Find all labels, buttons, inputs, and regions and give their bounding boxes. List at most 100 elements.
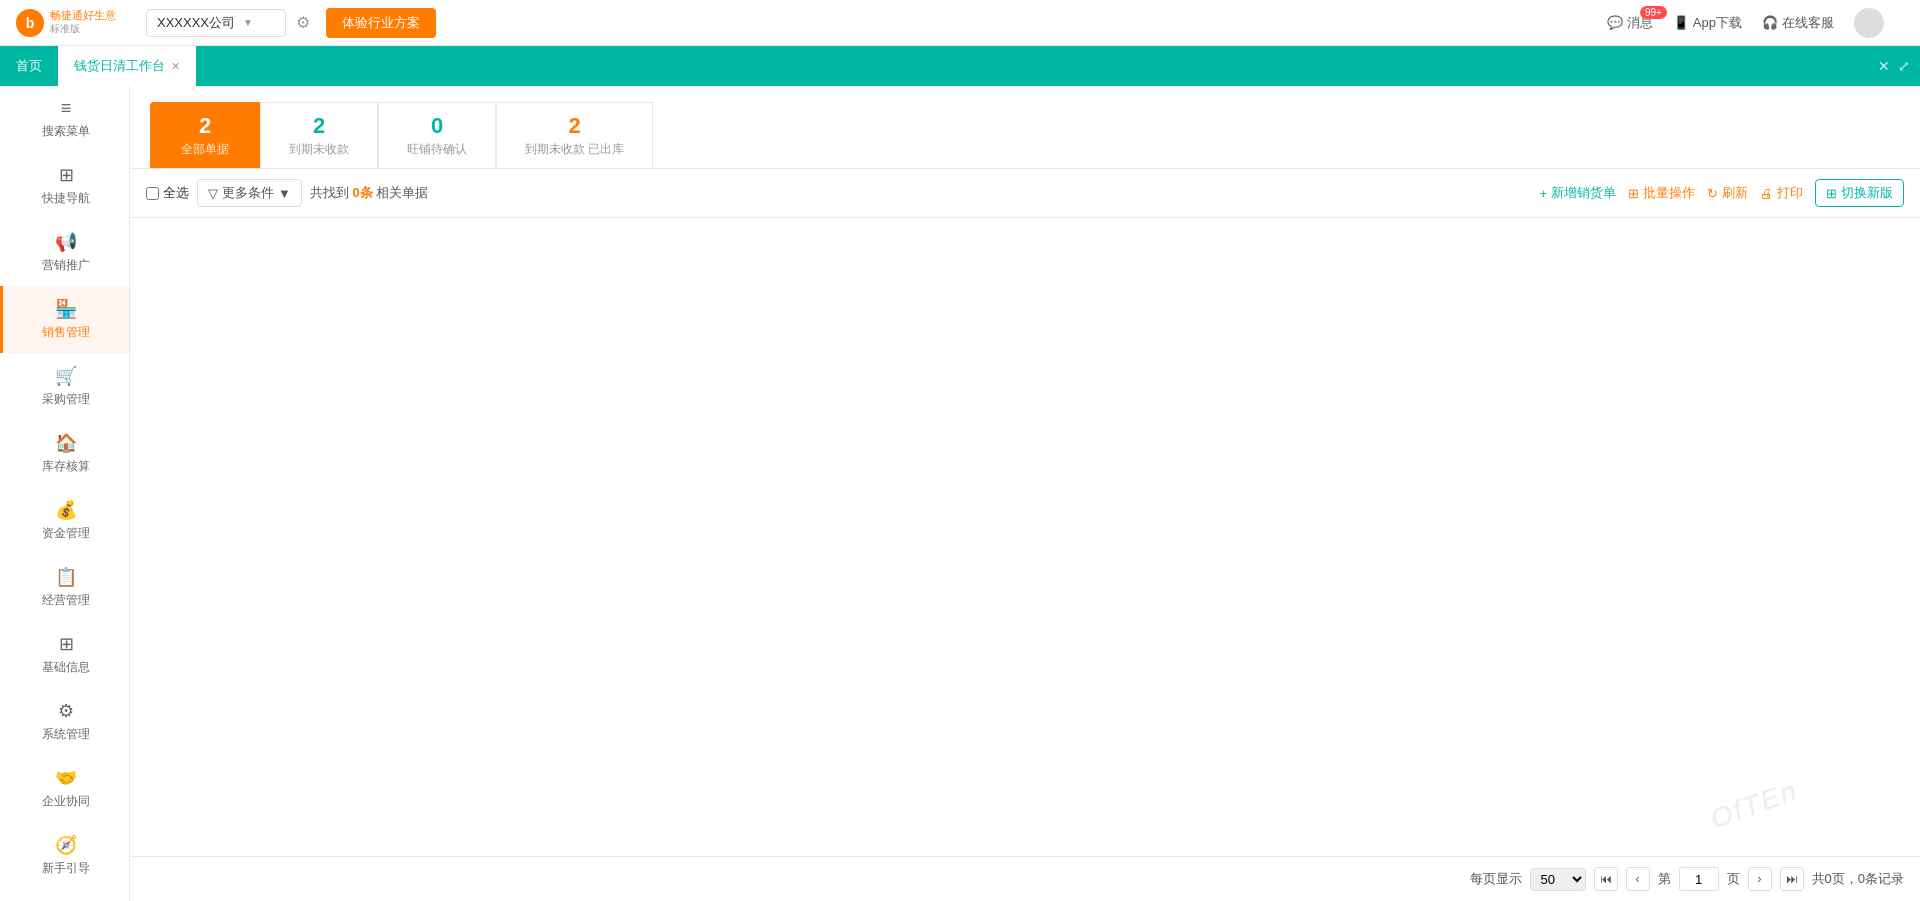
sidebar-item-marketing[interactable]: 📢 营销推广 (0, 219, 129, 286)
sidebar-item-search[interactable]: ≡ 搜索菜单 (0, 86, 129, 152)
message-badge: 99+ (1640, 6, 1667, 19)
service-icon: 🎧 (1762, 15, 1778, 30)
stat-tab-overdue[interactable]: 2 到期未收款 (260, 102, 378, 168)
main-layout: ≡ 搜索菜单 ⊞ 快捷导航 📢 营销推广 🏪 销售管理 🛒 采购管理 🏠 库存核… (0, 86, 1920, 901)
stat-overdue-number: 2 (289, 113, 349, 139)
print-button[interactable]: 🖨 打印 (1760, 184, 1803, 202)
sidebar-item-corp[interactable]: 🤝 企业协同 (0, 755, 129, 822)
found-prefix: 共找到 (310, 185, 349, 200)
message-area[interactable]: 💬 消息 99+ (1607, 14, 1653, 32)
toolbar: 全选 ▽ 更多条件 ▼ 共找到 0条 相关单据 + 新增销货单 ⊞ 批量操作 (130, 169, 1920, 218)
trial-button[interactable]: 体验行业方案 (326, 8, 436, 38)
nav-maximize-icon[interactable]: ⤢ (1898, 58, 1910, 74)
online-service-btn[interactable]: 🎧 在线客服 (1762, 14, 1834, 32)
sidebar-item-purchase-label: 采购管理 (42, 391, 90, 408)
corp-icon: 🤝 (55, 767, 77, 789)
nav-close-icon[interactable]: ✕ (1878, 58, 1890, 74)
sidebar-item-inventory[interactable]: 🏠 库存核算 (0, 420, 129, 487)
logo-text-area: 畅捷通好生意 标准版 (50, 9, 116, 36)
logo-subtitle: 标准版 (50, 22, 116, 36)
sidebar-item-basic-label: 基础信息 (42, 659, 90, 676)
found-text: 共找到 0条 相关单据 (310, 184, 428, 202)
add-sales-order-button[interactable]: + 新增销货单 (1539, 184, 1616, 202)
sidebar-item-operation[interactable]: 📋 经营管理 (0, 554, 129, 621)
company-dropdown-arrow: ▼ (243, 17, 253, 28)
sidebar-item-basic[interactable]: ⊞ 基础信息 (0, 621, 129, 688)
sidebar-item-guide[interactable]: 🧭 新手引导 (0, 822, 129, 889)
sidebar: ≡ 搜索菜单 ⊞ 快捷导航 📢 营销推广 🏪 销售管理 🛒 采购管理 🏠 库存核… (0, 86, 130, 901)
select-all-input[interactable] (146, 187, 159, 200)
sidebar-item-sales[interactable]: 🏪 销售管理 (0, 286, 129, 353)
switch-version-button[interactable]: ⊞ 切换新版 (1815, 179, 1904, 207)
quick-nav-icon: ⊞ (59, 164, 74, 186)
batch-label: 批量操作 (1643, 184, 1695, 202)
found-suffix: 相关单据 (376, 185, 428, 200)
stats-bar: 2 全部单据 2 到期未收款 0 旺铺待确认 2 到期未收款 已出库 (130, 86, 1920, 169)
logo-area: b 畅捷通好生意 标准版 (16, 9, 146, 37)
batch-icon: ⊞ (1628, 186, 1639, 201)
prev-page-button[interactable]: ‹ (1626, 867, 1650, 891)
sidebar-item-system[interactable]: ⚙ 系统管理 (0, 688, 129, 755)
nav-tab-workbench-label: 钱货日清工作台 (74, 57, 165, 75)
sidebar-item-operation-label: 经营管理 (42, 592, 90, 609)
sidebar-item-sales-label: 销售管理 (42, 324, 90, 341)
stat-wangpu-label: 旺铺待确认 (407, 141, 467, 158)
switch-label: 切换新版 (1841, 184, 1893, 202)
page-size-label: 每页显示 (1470, 870, 1522, 888)
guide-icon: 🧭 (55, 834, 77, 856)
purchase-icon: 🛒 (55, 365, 77, 387)
stat-all-number: 2 (179, 113, 231, 139)
print-icon: 🖨 (1760, 186, 1773, 201)
first-page-button[interactable]: ⏮ (1594, 867, 1618, 891)
sidebar-item-finance[interactable]: 💰 资金管理 (0, 487, 129, 554)
sidebar-item-corp-label: 企业协同 (42, 793, 90, 810)
search-menu-icon: ≡ (61, 98, 72, 119)
sidebar-item-guide-label: 新手引导 (42, 860, 90, 877)
stat-tab-wangpu[interactable]: 0 旺铺待确认 (378, 102, 496, 168)
company-name: XXXXXX公司 (157, 14, 235, 32)
nav-tab-workbench[interactable]: 钱货日清工作台 ✕ (58, 46, 196, 86)
sidebar-item-quick-nav[interactable]: ⊞ 快捷导航 (0, 152, 129, 219)
user-avatar[interactable] (1854, 8, 1884, 38)
last-page-button[interactable]: ⏭ (1780, 867, 1804, 891)
pagination-summary: 共0页，0条记录 (1812, 870, 1904, 888)
page-size-select[interactable]: 50 100 200 (1530, 868, 1586, 891)
basic-icon: ⊞ (59, 633, 74, 655)
refresh-icon: ↻ (1707, 186, 1718, 201)
filter-button[interactable]: ▽ 更多条件 ▼ (197, 179, 302, 207)
company-selector[interactable]: XXXXXX公司 ▼ (146, 9, 286, 37)
page-label: 第 (1658, 870, 1671, 888)
sidebar-item-marketing-label: 营销推广 (42, 257, 90, 274)
switch-icon: ⊞ (1826, 186, 1837, 201)
nav-tab-home[interactable]: 首页 (0, 46, 58, 86)
marketing-icon: 📢 (55, 231, 77, 253)
batch-operation-button[interactable]: ⊞ 批量操作 (1628, 184, 1695, 202)
sidebar-item-system-label: 系统管理 (42, 726, 90, 743)
inventory-icon: 🏠 (55, 432, 77, 454)
stat-all-label: 全部单据 (179, 141, 231, 158)
app-download-btn[interactable]: 📱 App下载 (1673, 14, 1742, 32)
found-count: 0条 (353, 185, 373, 200)
online-service-label: 在线客服 (1782, 14, 1834, 32)
page-number-input[interactable] (1679, 867, 1719, 891)
refresh-button[interactable]: ↻ 刷新 (1707, 184, 1748, 202)
nav-tabs: 首页 钱货日清工作台 ✕ ✕ ⤢ (0, 46, 1920, 86)
sidebar-item-appcenter[interactable]: 📦 应用中心 (0, 889, 129, 901)
nav-tab-close-icon[interactable]: ✕ (171, 60, 180, 73)
filter-label: 更多条件 (222, 184, 274, 202)
settings-icon[interactable]: ⚙ (296, 13, 310, 32)
stat-tab-all[interactable]: 2 全部单据 (150, 102, 260, 168)
select-all-checkbox[interactable]: 全选 (146, 184, 189, 202)
stats-tabs: 2 全部单据 2 到期未收款 0 旺铺待确认 2 到期未收款 已出库 (150, 102, 1900, 168)
message-icon: 💬 (1607, 15, 1623, 30)
app-download-label: App下载 (1693, 14, 1742, 32)
header-right: 💬 消息 99+ 📱 App下载 🎧 在线客服 (1607, 8, 1904, 38)
app-download-icon: 📱 (1673, 15, 1689, 30)
sidebar-item-purchase[interactable]: 🛒 采购管理 (0, 353, 129, 420)
stat-tab-shipped[interactable]: 2 到期未收款 已出库 (496, 102, 653, 168)
add-label: 新增销货单 (1551, 184, 1616, 202)
next-page-button[interactable]: › (1748, 867, 1772, 891)
stat-overdue-label: 到期未收款 (289, 141, 349, 158)
system-icon: ⚙ (58, 700, 74, 722)
sidebar-item-quicknav-label: 快捷导航 (42, 190, 90, 207)
